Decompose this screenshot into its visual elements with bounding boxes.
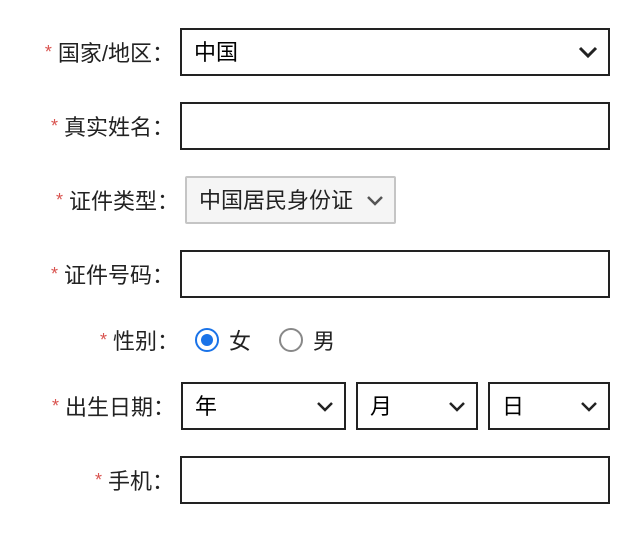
- day-select[interactable]: 日: [488, 382, 610, 430]
- label-realname: * 真实姓名：: [20, 110, 180, 142]
- label-birthdate-text: 出生日期：: [65, 390, 175, 422]
- radio-icon-unchecked: [279, 328, 303, 352]
- row-idnumber: * 证件号码：: [20, 250, 610, 298]
- month-select-wrap: 月: [356, 382, 478, 430]
- gender-radio-group: 女 男: [185, 324, 335, 356]
- month-select[interactable]: 月: [356, 382, 478, 430]
- label-country-text: 国家/地区：: [58, 36, 174, 68]
- row-realname: * 真实姓名：: [20, 102, 610, 150]
- radio-icon-checked: [195, 328, 219, 352]
- required-marker: *: [45, 42, 52, 63]
- day-select-wrap: 日: [488, 382, 610, 430]
- input-cell-idtype: 中国居民身份证: [185, 176, 610, 224]
- label-idnumber-text: 证件号码：: [64, 258, 174, 290]
- row-idtype: * 证件类型： 中国居民身份证: [20, 176, 610, 224]
- required-marker: *: [51, 264, 58, 285]
- label-realname-text: 真实姓名：: [64, 110, 174, 142]
- input-cell-idnumber: [180, 250, 610, 298]
- gender-female-label: 女: [229, 324, 251, 356]
- country-select[interactable]: 中国: [180, 28, 610, 76]
- label-birthdate: * 出生日期：: [20, 390, 181, 422]
- required-marker: *: [100, 330, 107, 351]
- year-select[interactable]: 年: [181, 382, 346, 430]
- gender-radio-female[interactable]: 女: [195, 324, 251, 356]
- year-select-wrap: 年: [181, 382, 346, 430]
- radio-dot: [201, 334, 213, 346]
- label-gender-text: 性别：: [113, 324, 179, 356]
- idtype-select-wrap: 中国居民身份证: [185, 176, 396, 224]
- phone-input[interactable]: [180, 456, 610, 504]
- input-cell-gender: 女 男: [185, 324, 610, 356]
- label-country: * 国家/地区：: [20, 36, 180, 68]
- realname-input[interactable]: [180, 102, 610, 150]
- label-idtype: * 证件类型：: [20, 184, 185, 216]
- idnumber-input[interactable]: [180, 250, 610, 298]
- required-marker: *: [56, 190, 63, 211]
- row-birthdate: * 出生日期： 年 月 日: [20, 382, 610, 430]
- input-cell-country: 中国: [180, 28, 610, 76]
- required-marker: *: [95, 470, 102, 491]
- label-phone: * 手机：: [20, 464, 180, 496]
- gender-male-label: 男: [313, 324, 335, 356]
- idtype-select[interactable]: 中国居民身份证: [185, 176, 396, 224]
- country-select-wrap: 中国: [180, 28, 610, 76]
- gender-radio-male[interactable]: 男: [279, 324, 335, 356]
- row-gender: * 性别： 女 男: [20, 324, 610, 356]
- row-phone: * 手机：: [20, 456, 610, 504]
- input-cell-realname: [180, 102, 610, 150]
- input-cell-phone: [180, 456, 610, 504]
- label-idnumber: * 证件号码：: [20, 258, 180, 290]
- required-marker: *: [51, 116, 58, 137]
- required-marker: *: [52, 396, 59, 417]
- label-gender: * 性别：: [20, 324, 185, 356]
- label-idtype-text: 证件类型：: [69, 184, 179, 216]
- input-cell-birthdate: 年 月 日: [181, 382, 610, 430]
- label-phone-text: 手机：: [108, 464, 174, 496]
- row-country: * 国家/地区： 中国: [20, 28, 610, 76]
